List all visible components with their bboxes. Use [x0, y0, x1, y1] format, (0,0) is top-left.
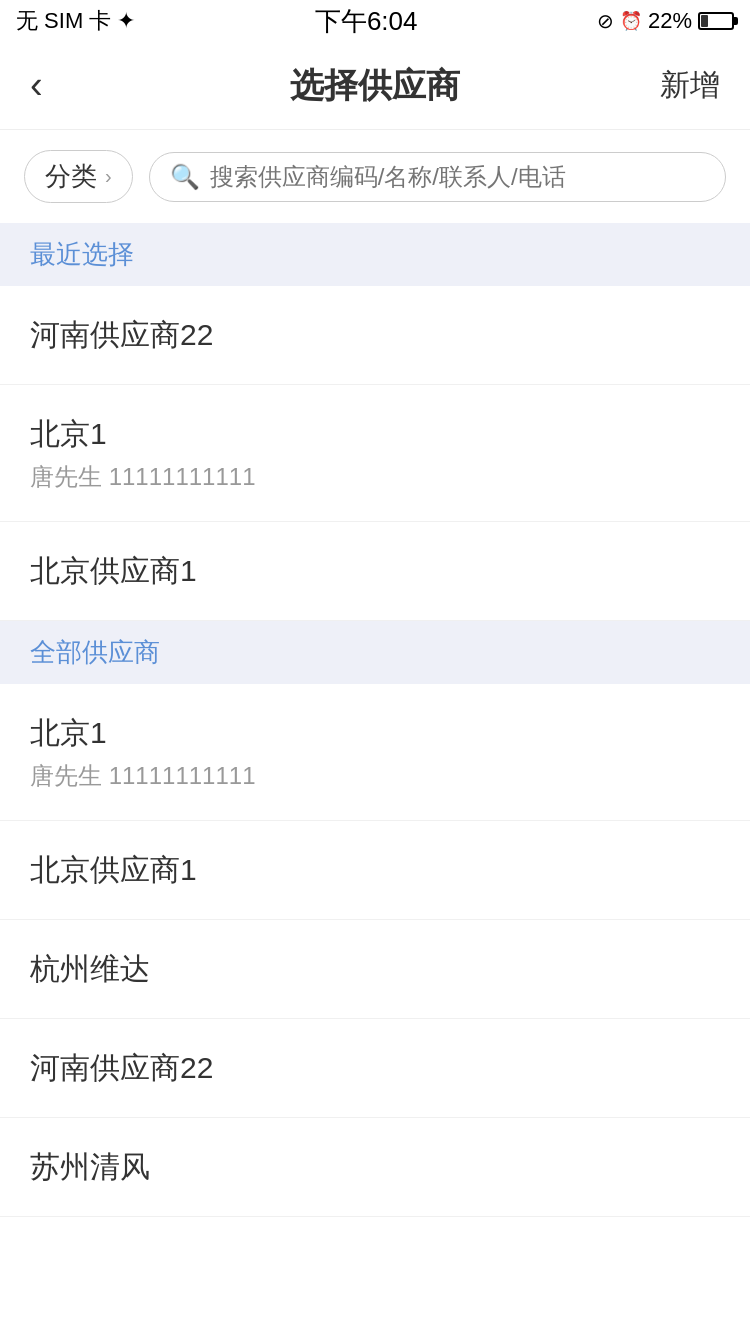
battery-percent: 22% — [648, 8, 692, 34]
list-item[interactable]: 河南供应商22 — [0, 1019, 750, 1118]
filter-row: 分类 › 🔍 — [0, 130, 750, 223]
item-name: 北京1 — [30, 413, 720, 455]
sim-label: 无 SIM 卡 ✦ — [16, 6, 135, 36]
location-icon: ⊘ — [597, 9, 614, 33]
search-input[interactable] — [210, 163, 705, 191]
search-bar[interactable]: 🔍 — [149, 152, 726, 202]
category-label: 分类 — [45, 159, 97, 194]
item-name: 河南供应商22 — [30, 314, 720, 356]
item-name: 北京供应商1 — [30, 849, 720, 891]
item-name: 北京1 — [30, 712, 720, 754]
all-header-label: 全部供应商 — [30, 637, 160, 667]
list-item[interactable]: 北京供应商1 — [0, 821, 750, 920]
item-sub: 唐先生 11111111111 — [30, 461, 720, 493]
item-sub: 唐先生 11111111111 — [30, 760, 720, 792]
all-items-list: 北京1 唐先生 11111111111 北京供应商1 杭州维达河南供应商22 苏州清风 — [0, 684, 750, 1217]
item-name: 北京供应商1 — [30, 550, 720, 592]
search-icon: 🔍 — [170, 163, 200, 191]
item-name: 苏州清风 — [30, 1146, 720, 1188]
recent-section-header: 最近选择 — [0, 223, 750, 286]
new-button[interactable]: 新增 — [660, 65, 720, 106]
status-bar: 无 SIM 卡 ✦ 下午6:04 ⊘ ⏰ 22% — [0, 0, 750, 42]
status-left: 无 SIM 卡 ✦ — [16, 6, 135, 36]
list-item[interactable]: 北京1 唐先生 11111111111 — [0, 684, 750, 821]
alarm-icon: ⏰ — [620, 10, 642, 32]
recent-header-label: 最近选择 — [30, 239, 134, 269]
list-item[interactable]: 苏州清风 — [0, 1118, 750, 1217]
battery-icon — [698, 12, 734, 30]
back-button[interactable]: ‹ — [30, 64, 90, 107]
item-name: 河南供应商22 — [30, 1047, 720, 1089]
list-item[interactable]: 河南供应商22 — [0, 286, 750, 385]
list-item[interactable]: 北京供应商1 — [0, 522, 750, 621]
item-name: 杭州维达 — [30, 948, 720, 990]
recent-items-list: 河南供应商22 北京1 唐先生 11111111111 北京供应商1 — [0, 286, 750, 621]
all-section-header: 全部供应商 — [0, 621, 750, 684]
page-title: 选择供应商 — [290, 63, 460, 109]
category-filter[interactable]: 分类 › — [24, 150, 133, 203]
status-time: 下午6:04 — [315, 4, 418, 39]
list-item[interactable]: 杭州维达 — [0, 920, 750, 1019]
list-item[interactable]: 北京1 唐先生 11111111111 — [0, 385, 750, 522]
status-right: ⊘ ⏰ 22% — [597, 8, 734, 34]
nav-bar: ‹ 选择供应商 新增 — [0, 42, 750, 130]
chevron-right-icon: › — [105, 165, 112, 188]
